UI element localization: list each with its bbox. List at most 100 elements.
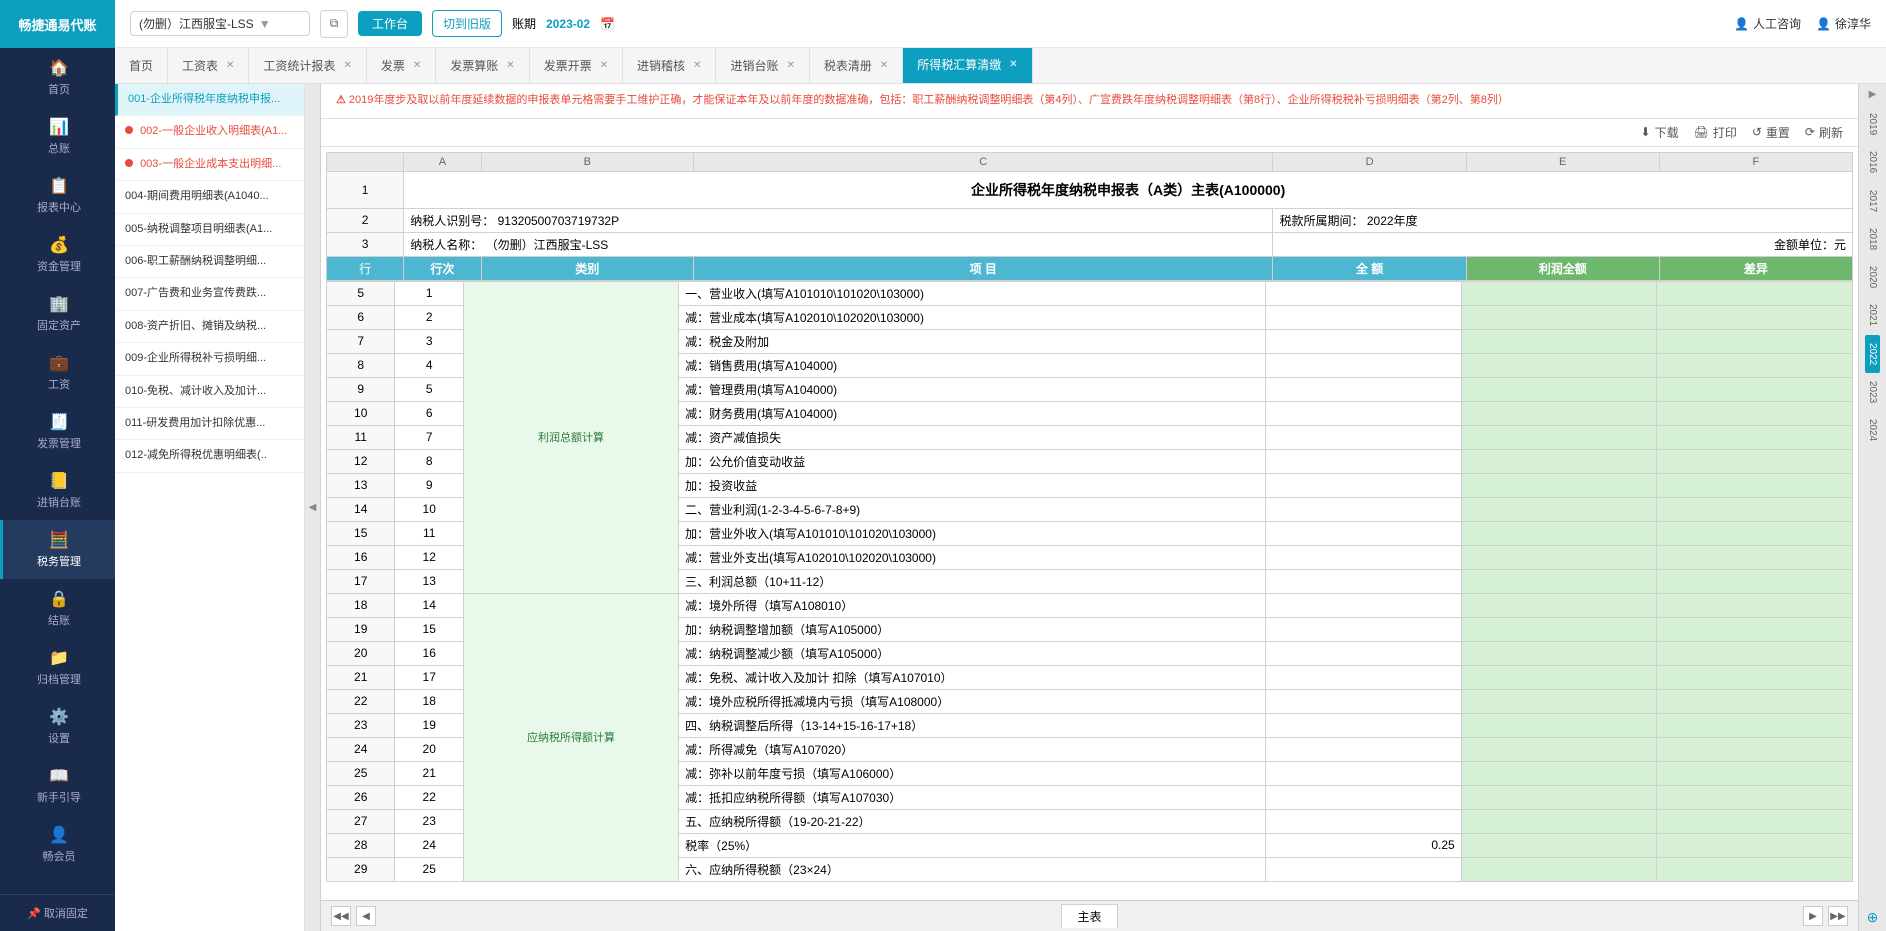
- top-right-area: 👤 人工咨询 👤 徐淳华: [1734, 15, 1871, 32]
- invoice-icon: 🧾: [49, 412, 69, 432]
- guide-icon: 📖: [49, 766, 69, 786]
- sidebar-item-fixed-asset[interactable]: 🏢 固定资产: [0, 284, 115, 343]
- close-tab-tax-settlement[interactable]: ✕: [1009, 59, 1017, 70]
- close-tab-salary[interactable]: ✕: [226, 60, 234, 71]
- timeline-2024[interactable]: 2024: [1865, 411, 1880, 449]
- fixed-asset-icon: 🏢: [49, 294, 69, 314]
- tab-tax-settlement[interactable]: 所得税汇算清缴 ✕: [903, 48, 1032, 84]
- print-btn[interactable]: 🖨 打印: [1694, 124, 1737, 141]
- report-item-003[interactable]: 003-一般企业成本支出明细...: [115, 149, 304, 181]
- close-tab-invoice-open[interactable]: ✕: [600, 60, 608, 71]
- nav-last-btn[interactable]: ▶▶: [1828, 906, 1848, 926]
- timeline-2017[interactable]: 2017: [1865, 182, 1880, 220]
- nav-next-btn[interactable]: ▶: [1803, 906, 1823, 926]
- sidebar-item-ledger[interactable]: 📊 总账: [0, 107, 115, 166]
- timeline-2023[interactable]: 2023: [1865, 373, 1880, 411]
- close-period-icon: 🔒: [49, 589, 69, 609]
- settings-icon: ⚙️: [49, 707, 69, 727]
- calendar-icon: 📅: [600, 17, 615, 31]
- sheet-tab-main[interactable]: 主表: [1061, 904, 1117, 928]
- report-item-005[interactable]: 005-纳税调整项目明细表(A1...: [115, 214, 304, 246]
- report-item-001[interactable]: 001-企业所得税年度纳税申报...: [115, 84, 304, 116]
- user-icon: 👤: [1816, 17, 1831, 31]
- main-content: (勿删）江西服宝-LSS ▼ ⧉ 工作台 切到旧版 账期 2023-02 📅 👤…: [115, 0, 1886, 931]
- ai-consult-btn[interactable]: 👤 人工咨询: [1734, 15, 1801, 32]
- close-tab-tax-clear[interactable]: ✕: [880, 60, 888, 71]
- report-list-panel: 001-企业所得税年度纳税申报... 002-一般企业收入明细表(A1... 0…: [115, 84, 305, 931]
- timeline-2016[interactable]: 2016: [1865, 143, 1880, 181]
- tab-home[interactable]: 首页: [115, 48, 168, 84]
- pin-btn[interactable]: 📌 取消固定: [27, 905, 88, 921]
- tab-salary[interactable]: 工资表 ✕: [168, 48, 249, 84]
- nav-prev-btn[interactable]: ◀: [356, 906, 376, 926]
- col-header-quane: 全 额: [1273, 256, 1466, 280]
- timeline-bottom-btn[interactable]: ⊕: [1867, 909, 1879, 926]
- refresh-btn[interactable]: ⟳ 刷新: [1805, 124, 1843, 141]
- nav-tabs-bar: 首页 工资表 ✕ 工资统计报表 ✕ 发票 ✕ 发票算账 ✕ 发票开票 ✕: [115, 48, 1886, 84]
- timeline-2020[interactable]: 2020: [1865, 258, 1880, 296]
- user-profile-btn[interactable]: 👤 徐淳华: [1816, 15, 1871, 32]
- tab-salary-report[interactable]: 工资统计报表 ✕: [249, 48, 366, 84]
- report-title: 企业所得税年度纳税申报表（A类）主表(A100000): [404, 171, 1853, 208]
- tab-invoice-open[interactable]: 发票开票 ✕: [530, 48, 623, 84]
- sidebar-item-home[interactable]: 🏠 首页: [0, 48, 115, 107]
- reset-btn[interactable]: ↺ 重置: [1752, 124, 1790, 141]
- sidebar-item-settings[interactable]: ⚙️ 设置: [0, 697, 115, 756]
- close-tab-invoice-calc[interactable]: ✕: [506, 60, 514, 71]
- tax-icon: 🧮: [49, 530, 69, 550]
- tab-sales-audit[interactable]: 进销稽核 ✕: [623, 48, 716, 84]
- report-item-008[interactable]: 008-资产折旧、摊销及纳税...: [115, 311, 304, 343]
- report-item-004[interactable]: 004-期间费用明细表(A1040...: [115, 181, 304, 213]
- nav-arrows: ◀◀ ◀: [331, 906, 376, 926]
- sidebar-item-tax-mgmt[interactable]: 🧮 税务管理: [0, 520, 115, 579]
- report-item-009[interactable]: 009-企业所得税补亏损明细...: [115, 343, 304, 375]
- sidebar-item-asset-mgmt[interactable]: 💰 资金管理: [0, 225, 115, 284]
- member-icon: 👤: [49, 825, 69, 845]
- sidebar-item-close[interactable]: 🔒 结账: [0, 579, 115, 638]
- download-btn[interactable]: ⬇ 下载: [1641, 124, 1679, 141]
- report-icon: 📋: [49, 176, 69, 196]
- sidebar-item-sales-ledger[interactable]: 📒 进销台账: [0, 461, 115, 520]
- tab-invoice[interactable]: 发票 ✕: [367, 48, 436, 84]
- report-item-002[interactable]: 002-一般企业收入明细表(A1...: [115, 116, 304, 148]
- sidebar-item-invoice[interactable]: 🧾 发票管理: [0, 402, 115, 461]
- copy-icon-btn[interactable]: ⧉: [320, 10, 348, 38]
- report-item-011[interactable]: 011-研发费用加计扣除优惠...: [115, 408, 304, 440]
- tab-invoice-calc[interactable]: 发票算账 ✕: [436, 48, 529, 84]
- close-tab-sales-audit[interactable]: ✕: [693, 60, 701, 71]
- report-item-007[interactable]: 007-广告费和业务宣传费跌...: [115, 278, 304, 310]
- company-row: 3 纳税人名称： （勿删）江西服宝-LSS 金额单位：元: [327, 232, 1853, 256]
- sidebar-item-report[interactable]: 📋 报表中心: [0, 166, 115, 225]
- company-selector[interactable]: (勿删）江西服宝-LSS ▼: [130, 11, 310, 36]
- report-item-010[interactable]: 010-免税、减计收入及加计...: [115, 376, 304, 408]
- close-tab-invoice[interactable]: ✕: [413, 60, 421, 71]
- workspace-button[interactable]: 工作台: [358, 11, 422, 36]
- close-tab-salary-report[interactable]: ✕: [343, 60, 351, 71]
- tab-tax-clear[interactable]: 税表清册 ✕: [810, 48, 903, 84]
- col-header-profit: 利润全额: [1466, 256, 1659, 280]
- timeline-2018[interactable]: 2018: [1865, 220, 1880, 258]
- ledger-icon: 📊: [49, 117, 69, 137]
- timeline-2019[interactable]: 2019: [1865, 105, 1880, 143]
- timeline-2022[interactable]: 2022: [1865, 335, 1880, 373]
- tax-id-value: 91320500703719732P: [498, 214, 619, 228]
- sidebar-item-member[interactable]: 👤 畅会员: [0, 815, 115, 874]
- close-tab-sales-ledger[interactable]: ✕: [786, 60, 794, 71]
- nav-first-btn[interactable]: ◀◀: [331, 906, 351, 926]
- report-item-012[interactable]: 012-减免所得税优惠明细表(..: [115, 440, 304, 472]
- collapse-icon: ◀: [309, 502, 317, 513]
- switch-old-button[interactable]: 切到旧版: [432, 10, 502, 37]
- sales-ledger-icon: 📒: [49, 471, 69, 491]
- table-container[interactable]: A B C D E F 1 企业所得税年度纳税申报表（A类）主表(A100000…: [321, 147, 1858, 900]
- sidebar-bottom: 📌 取消固定: [0, 894, 115, 931]
- sidebar-item-archive[interactable]: 📁 归档管理: [0, 638, 115, 697]
- warning-bar: ⚠ 2019年度步及取以前年度延续数据的申报表单元格需要手工维护正确，才能保证本…: [321, 84, 1858, 119]
- timeline-expand-btn[interactable]: ▶: [1869, 89, 1877, 100]
- timeline-2021[interactable]: 2021: [1865, 296, 1880, 334]
- sidebar-item-guide[interactable]: 📖 新手引导: [0, 756, 115, 815]
- report-item-006[interactable]: 006-职工薪酬纳税调整明细...: [115, 246, 304, 278]
- archive-icon: 📁: [49, 648, 69, 668]
- tab-sales-ledger[interactable]: 进销台账 ✕: [716, 48, 809, 84]
- collapse-panel-btn[interactable]: ◀: [305, 84, 321, 931]
- sidebar-item-salary[interactable]: 💼 工资: [0, 343, 115, 402]
